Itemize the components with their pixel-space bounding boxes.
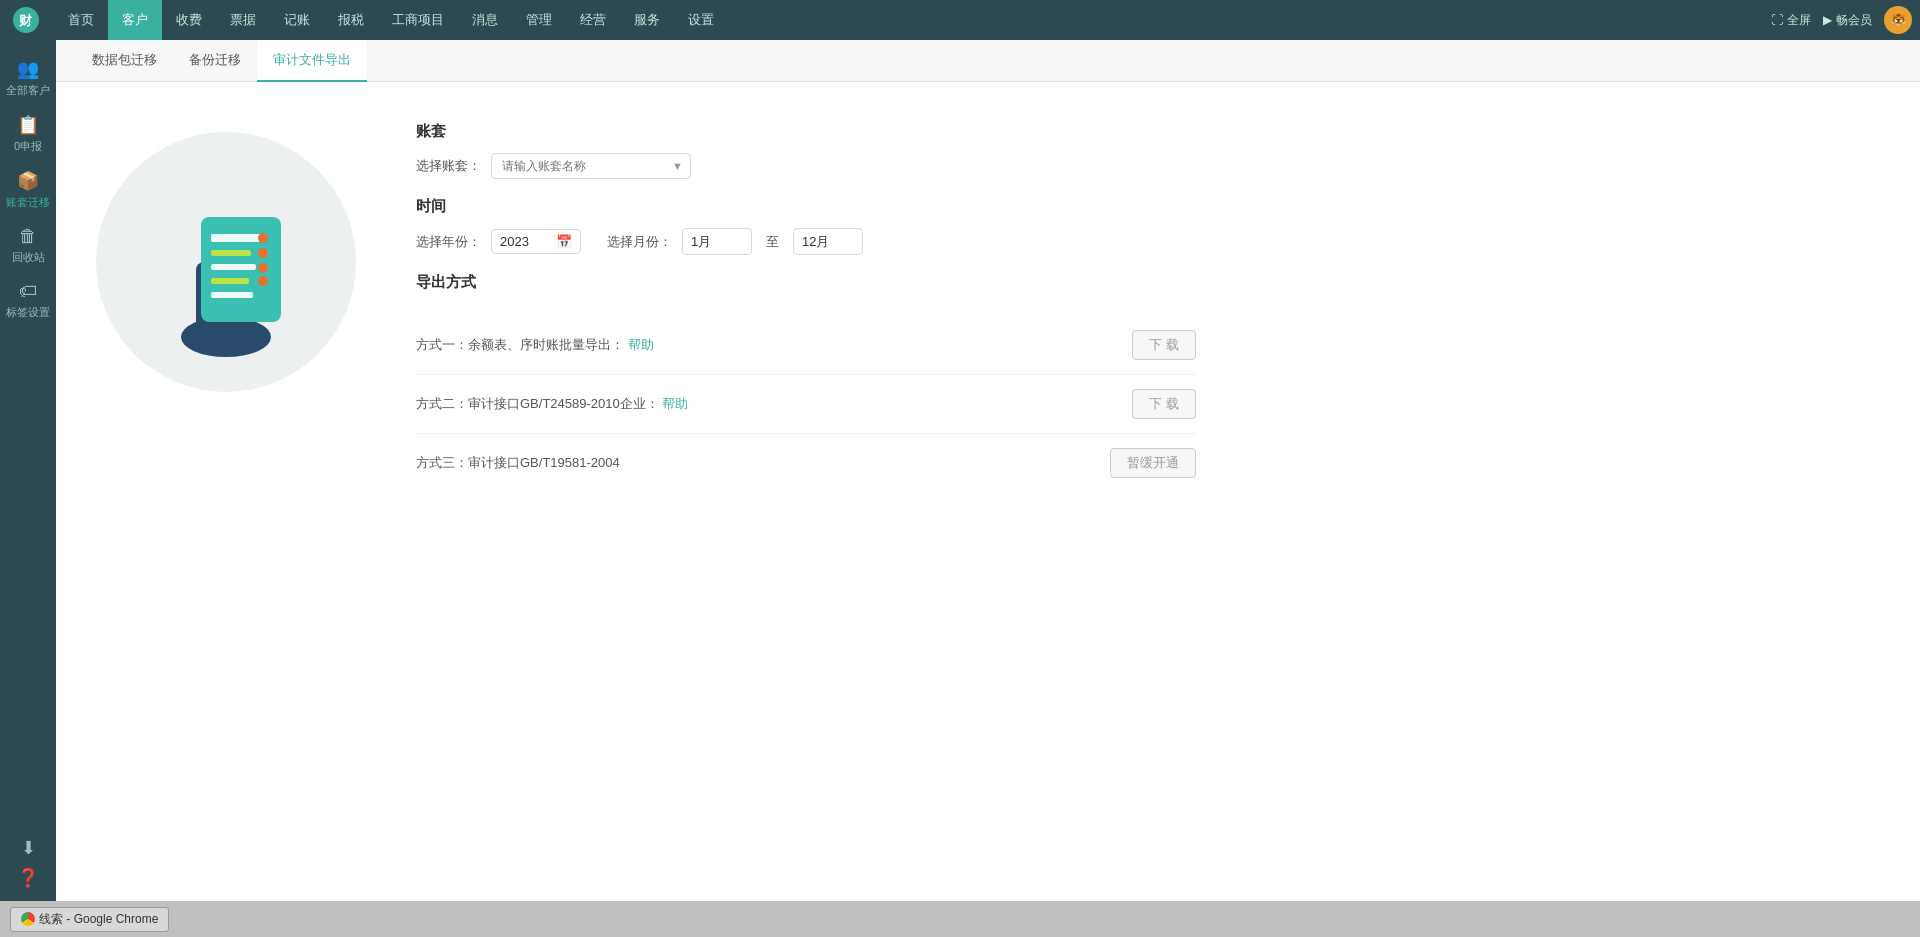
zero-report-icon: 📋: [17, 114, 39, 136]
method3-coming-soon-button[interactable]: 暂缓开通: [1110, 448, 1196, 478]
time-row: 选择年份： 📅 选择月份： 1月2月3月4月 5月6月7月8月 9月10月11月…: [416, 228, 1196, 255]
top-navigation: 财 首页 客户 收费 票据 记账 报税 工商项目 消息 管理 经营 服务 设置 …: [0, 0, 1920, 40]
nav-fee[interactable]: 收费: [162, 0, 216, 40]
svg-point-11: [258, 248, 268, 258]
sidebar: 👥 全部客户 📋 0申报 📦 账套迁移 🗑 回收站 🏷 标签设置 ⬇ ❓: [0, 40, 56, 901]
sidebar-label-all-clients: 全部客户: [6, 83, 50, 98]
sidebar-item-all-clients[interactable]: 👥 全部客户: [0, 50, 56, 106]
tab-bar: 数据包迁移 备份迁移 审计文件导出: [56, 40, 1920, 82]
main-layout: 👥 全部客户 📋 0申报 📦 账套迁移 🗑 回收站 🏷 标签设置 ⬇ ❓ 数据包…: [0, 40, 1920, 901]
illustration: [96, 132, 356, 392]
nav-menu: 首页 客户 收费 票据 记账 报税 工商项目 消息 管理 经营 服务 设置: [54, 0, 1771, 40]
method2-download-button[interactable]: 下 载: [1132, 389, 1196, 419]
svg-rect-9: [211, 292, 253, 298]
method2-text-area: 方式二：审计接口GB/T24589-2010企业： 帮助: [416, 395, 688, 413]
year-input[interactable]: [500, 234, 550, 249]
page-content: 账套 选择账套： ▼ 时间 选择年份： 📅: [56, 82, 1920, 901]
sidebar-item-migration[interactable]: 📦 账套迁移: [0, 162, 56, 218]
sidebar-help-icon[interactable]: ❓: [17, 867, 39, 889]
month-end-select[interactable]: 1月2月3月4月 5月6月7月8月 9月10月11月12月: [793, 228, 863, 255]
month-start-wrap: 1月2月3月4月 5月6月7月8月 9月10月11月12月: [682, 228, 752, 255]
fullscreen-icon: ⛶: [1771, 13, 1783, 27]
nav-business[interactable]: 工商项目: [378, 0, 458, 40]
month-label: 选择月份：: [607, 233, 672, 251]
export-section-title: 导出方式: [416, 273, 1196, 292]
method1-help-link[interactable]: 帮助: [628, 337, 654, 352]
nav-accounting[interactable]: 记账: [270, 0, 324, 40]
to-label: 至: [762, 233, 783, 251]
nav-client[interactable]: 客户: [108, 0, 162, 40]
method1-text-area: 方式一：余额表、序时账批量导出： 帮助: [416, 336, 654, 354]
export-methods: 方式一：余额表、序时账批量导出： 帮助 下 载 方式二：审计接口GB/T2458…: [416, 316, 1196, 492]
account-select-input[interactable]: [491, 153, 691, 179]
account-section-title: 账套: [416, 122, 1196, 141]
method2-help-link[interactable]: 帮助: [662, 396, 688, 411]
sidebar-label-zero-report: 0申报: [14, 139, 42, 154]
nav-invoice[interactable]: 票据: [216, 0, 270, 40]
nav-right-area: ⛶ 全屏 ▶ 畅会员 🐯: [1771, 6, 1912, 34]
sidebar-label-migration: 账套迁移: [6, 195, 50, 210]
member-icon: ▶: [1823, 13, 1832, 27]
method3-row: 方式三：审计接口GB/T19581-2004 暂缓开通: [416, 434, 1196, 492]
method3-text-area: 方式三：审计接口GB/T19581-2004: [416, 454, 620, 472]
export-container: 账套 选择账套： ▼ 时间 选择年份： 📅: [96, 112, 1196, 492]
tab-audit-export[interactable]: 审计文件导出: [257, 40, 367, 82]
account-label: 选择账套：: [416, 157, 481, 175]
nav-settings[interactable]: 设置: [674, 0, 728, 40]
taskbar: 线索 - Google Chrome: [0, 901, 1920, 937]
member-label: 畅会员: [1836, 12, 1872, 29]
sidebar-download-icon[interactable]: ⬇: [21, 837, 36, 859]
all-clients-icon: 👥: [17, 58, 39, 80]
sidebar-label-recycle: 回收站: [12, 250, 45, 265]
svg-rect-7: [211, 264, 256, 270]
sidebar-item-recycle[interactable]: 🗑 回收站: [0, 218, 56, 273]
nav-service[interactable]: 服务: [620, 0, 674, 40]
sidebar-label-tag-settings: 标签设置: [6, 305, 50, 320]
account-select-wrap: ▼: [491, 153, 691, 179]
recycle-icon: 🗑: [19, 226, 37, 247]
migration-icon: 📦: [17, 170, 39, 192]
member-button[interactable]: ▶ 畅会员: [1823, 12, 1872, 29]
tab-backup-migration[interactable]: 备份迁移: [173, 40, 257, 82]
tab-data-migration[interactable]: 数据包迁移: [76, 40, 173, 82]
nav-tax[interactable]: 报税: [324, 0, 378, 40]
year-input-wrap: 📅: [491, 229, 581, 254]
sidebar-item-tag-settings[interactable]: 🏷 标签设置: [0, 273, 56, 328]
month-end-wrap: 1月2月3月4月 5月6月7月8月 9月10月11月12月: [793, 228, 863, 255]
taskbar-item-label: 线索 - Google Chrome: [39, 911, 158, 928]
nav-message[interactable]: 消息: [458, 0, 512, 40]
method3-text: 方式三：审计接口GB/T19581-2004: [416, 455, 620, 470]
svg-rect-5: [211, 234, 261, 242]
year-label: 选择年份：: [416, 233, 481, 251]
svg-rect-6: [211, 250, 251, 256]
sidebar-item-zero-report[interactable]: 📋 0申报: [0, 106, 56, 162]
app-logo: 财: [8, 2, 44, 38]
sidebar-bottom: ⬇ ❓: [17, 837, 39, 901]
svg-point-12: [258, 263, 268, 273]
svg-rect-8: [211, 278, 249, 284]
nav-home[interactable]: 首页: [54, 0, 108, 40]
tag-icon: 🏷: [19, 281, 37, 302]
nav-operation[interactable]: 经营: [566, 0, 620, 40]
content-area: 数据包迁移 备份迁移 审计文件导出: [56, 40, 1920, 901]
calendar-icon: 📅: [556, 234, 572, 249]
svg-point-10: [258, 233, 268, 243]
avatar[interactable]: 🐯: [1884, 6, 1912, 34]
month-start-select[interactable]: 1月2月3月4月 5月6月7月8月 9月10月11月12月: [682, 228, 752, 255]
form-area: 账套 选择账套： ▼ 时间 选择年份： 📅: [416, 112, 1196, 492]
method1-download-button[interactable]: 下 载: [1132, 330, 1196, 360]
chrome-icon: [21, 912, 35, 926]
svg-text:财: 财: [18, 13, 33, 28]
method1-text: 方式一：余额表、序时账批量导出：: [416, 337, 624, 352]
method2-row: 方式二：审计接口GB/T24589-2010企业： 帮助 下 载: [416, 375, 1196, 434]
method2-text: 方式二：审计接口GB/T24589-2010企业：: [416, 396, 659, 411]
fullscreen-label: 全屏: [1787, 12, 1811, 29]
account-row: 选择账套： ▼: [416, 153, 1196, 179]
time-section-title: 时间: [416, 197, 1196, 216]
nav-manage[interactable]: 管理: [512, 0, 566, 40]
fullscreen-button[interactable]: ⛶ 全屏: [1771, 12, 1811, 29]
method1-row: 方式一：余额表、序时账批量导出： 帮助 下 载: [416, 316, 1196, 375]
taskbar-chrome-item[interactable]: 线索 - Google Chrome: [10, 907, 169, 932]
svg-point-13: [258, 276, 268, 286]
